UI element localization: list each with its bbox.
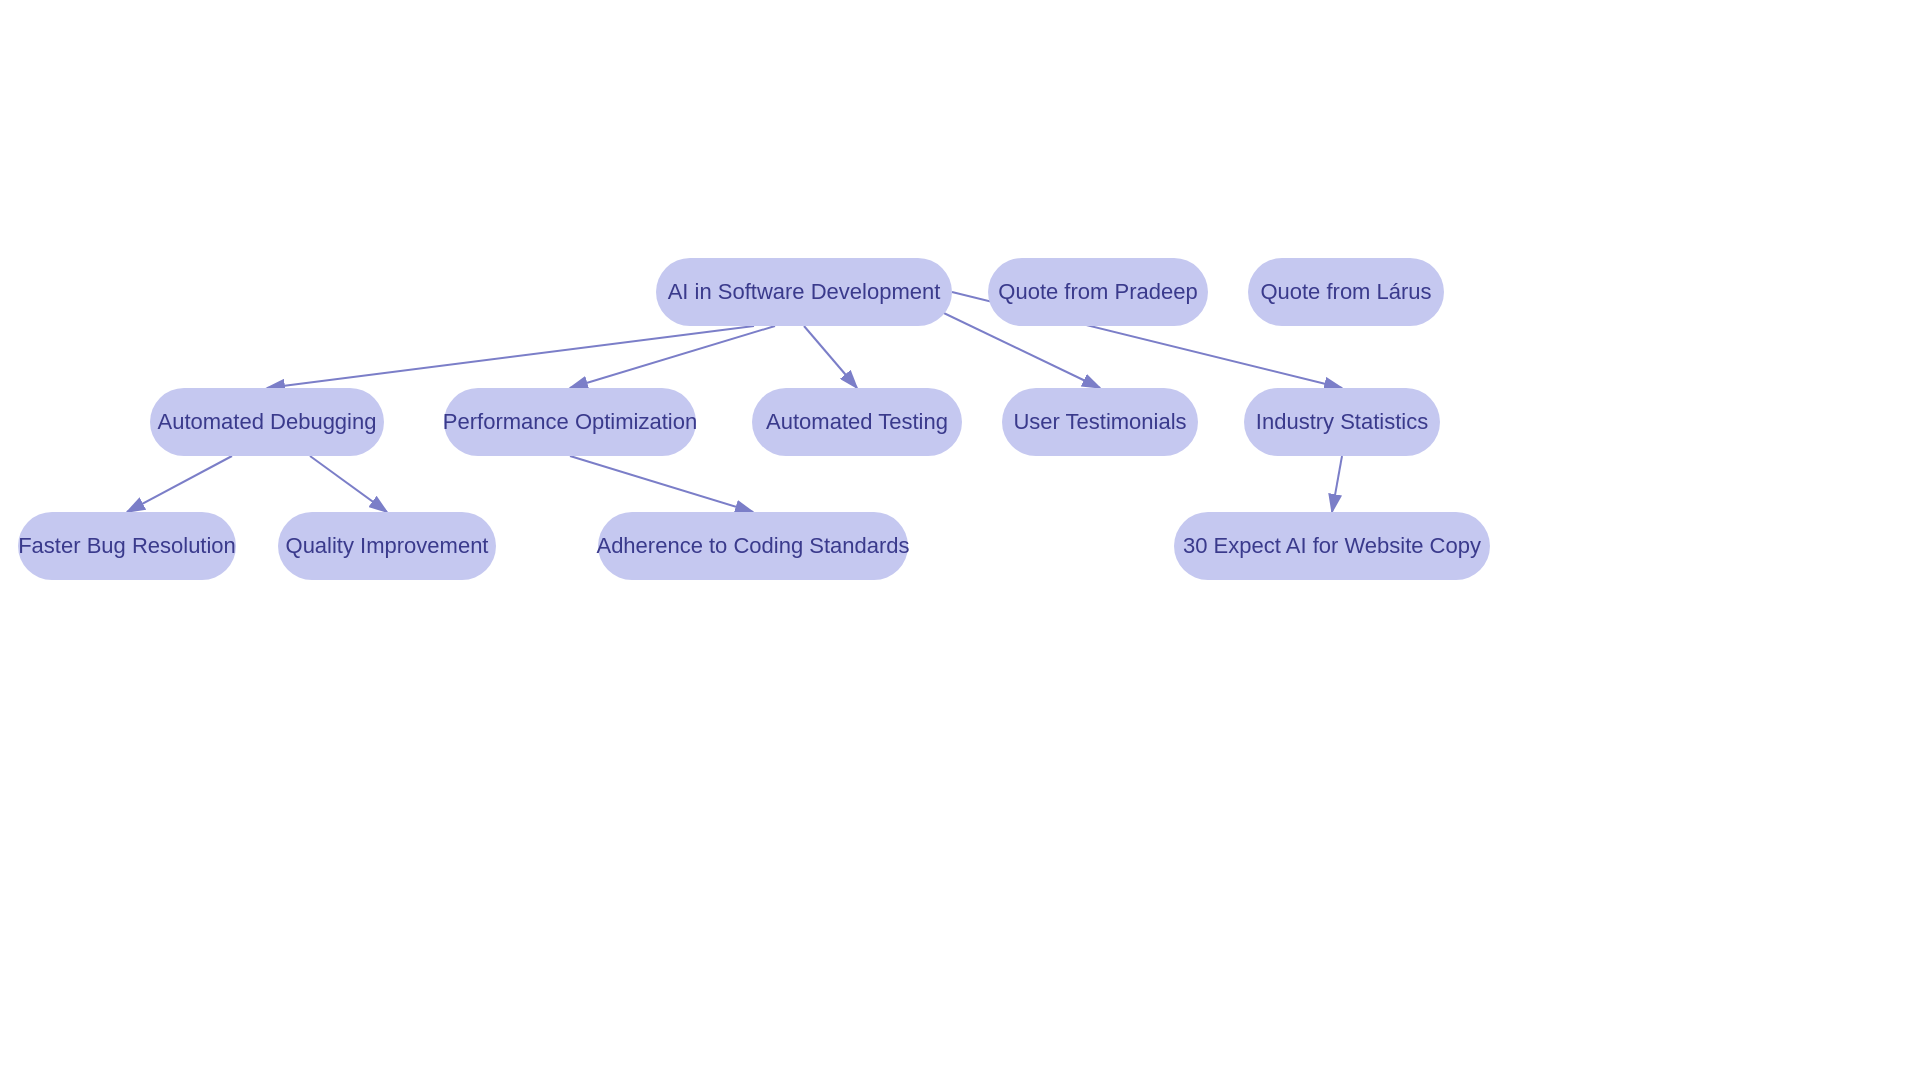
svg-line-7 [570,456,753,512]
svg-line-1 [570,326,775,388]
node-user-testimonials: User Testimonials [1002,388,1198,456]
node-quote-pradeep: Quote from Pradeep [988,258,1208,326]
node-industry-statistics: Industry Statistics [1244,388,1440,456]
diagram-container: AI in Software Development Quote from Pr… [0,0,1920,1083]
svg-line-6 [310,456,387,512]
node-automated-debugging: Automated Debugging [150,388,384,456]
node-performance-optimization: Performance Optimization [444,388,696,456]
node-quality-improvement: Quality Improvement [278,512,496,580]
node-ai-website-copy: 30 Expect AI for Website Copy [1174,512,1490,580]
svg-line-2 [804,326,857,388]
svg-line-0 [267,326,754,388]
svg-line-8 [1332,456,1342,512]
node-quote-larus: Quote from Lárus [1248,258,1444,326]
node-faster-bug: Faster Bug Resolution [18,512,236,580]
node-adherence-coding: Adherence to Coding Standards [598,512,908,580]
node-automated-testing: Automated Testing [752,388,962,456]
node-ai-software: AI in Software Development [656,258,952,326]
svg-line-5 [127,456,232,512]
